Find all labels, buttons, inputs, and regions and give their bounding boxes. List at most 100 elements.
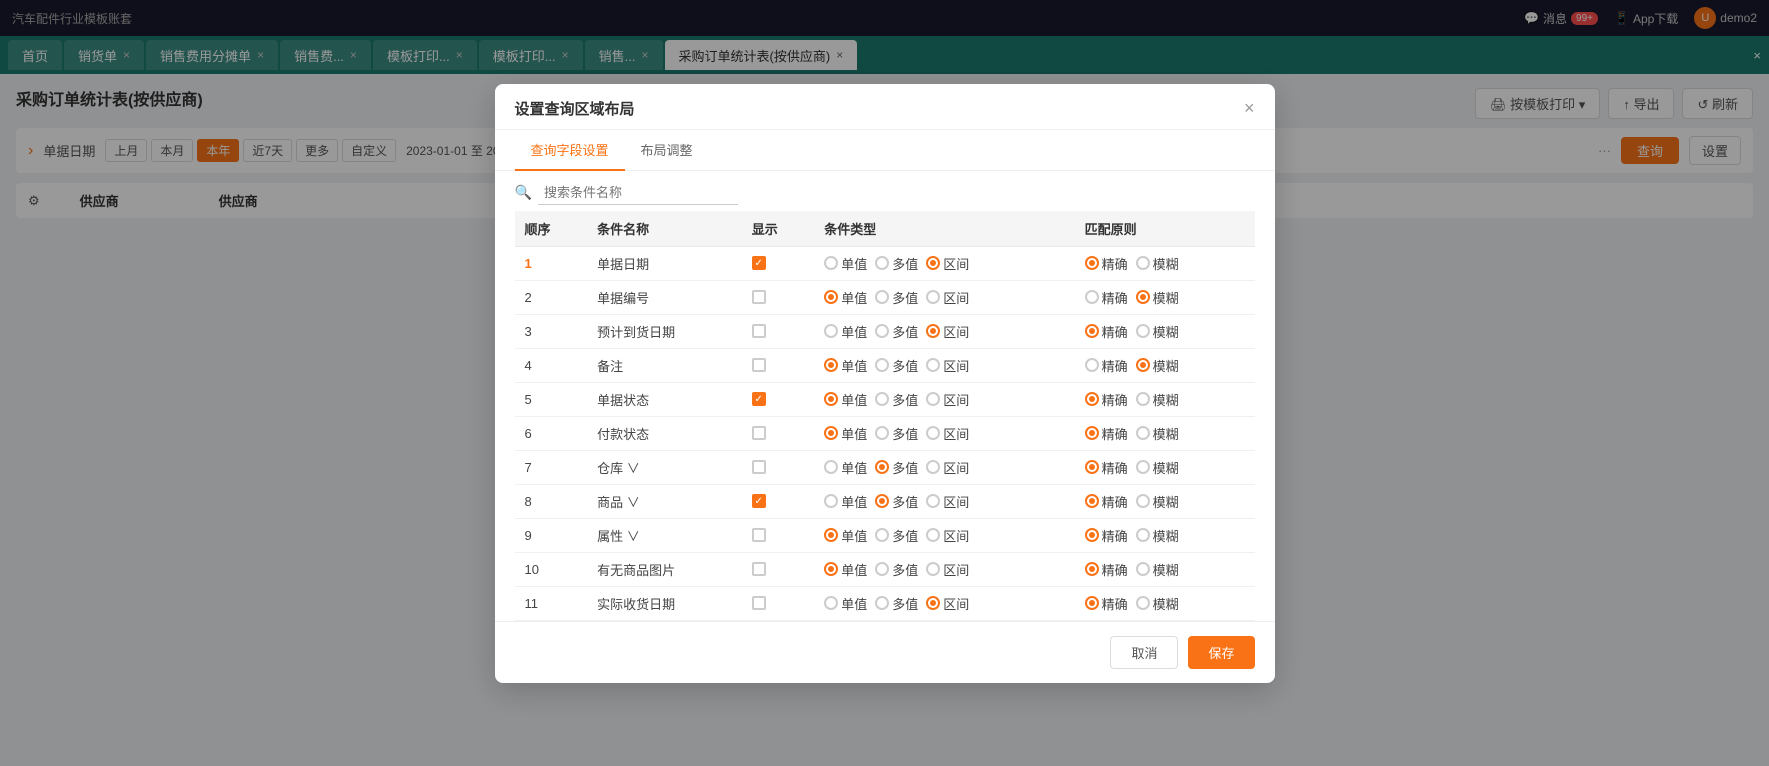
search-input[interactable] <box>538 181 738 205</box>
type-radio-item[interactable]: 区间 <box>926 254 969 273</box>
match-radio-item[interactable]: 精确 <box>1085 526 1128 545</box>
match-radio-item[interactable]: 模糊 <box>1136 322 1179 341</box>
display-checkbox[interactable] <box>752 290 766 304</box>
match-radio-item[interactable]: 模糊 <box>1136 594 1179 613</box>
display-checkbox[interactable] <box>752 358 766 372</box>
match-radio-item[interactable]: 模糊 <box>1136 458 1179 477</box>
type-radio-item[interactable]: 多值 <box>875 356 918 375</box>
match-radio-item[interactable]: 模糊 <box>1136 356 1179 375</box>
type-radio-item[interactable]: 区间 <box>926 356 969 375</box>
type-radio-item[interactable]: 区间 <box>926 322 969 341</box>
display-cell[interactable] <box>742 484 815 518</box>
radio-circle <box>824 324 838 338</box>
match-cell: 精确模糊 <box>1075 518 1255 552</box>
save-button[interactable]: 保存 <box>1188 636 1254 669</box>
match-radio-item[interactable]: 精确 <box>1085 254 1128 273</box>
type-radio-item[interactable]: 区间 <box>926 560 969 579</box>
display-checkbox[interactable] <box>752 562 766 576</box>
match-radio-item[interactable]: 模糊 <box>1136 424 1179 443</box>
match-radio-item[interactable]: 模糊 <box>1136 560 1179 579</box>
type-radio-item[interactable]: 单值 <box>824 322 867 341</box>
type-radio-item[interactable]: 多值 <box>875 526 918 545</box>
match-radio-item[interactable]: 精确 <box>1085 492 1128 511</box>
match-radio-item[interactable]: 模糊 <box>1136 288 1179 307</box>
display-checkbox[interactable] <box>752 494 766 508</box>
type-radio-item[interactable]: 单值 <box>824 254 867 273</box>
radio-circle <box>1136 324 1150 338</box>
display-checkbox[interactable] <box>752 528 766 542</box>
radio-circle <box>926 460 940 474</box>
match-radio-item[interactable]: 精确 <box>1085 390 1128 409</box>
cancel-button[interactable]: 取消 <box>1110 636 1178 669</box>
type-radio-item[interactable]: 单值 <box>824 458 867 477</box>
order-cell: 3 <box>515 314 588 348</box>
match-radio-item[interactable]: 精确 <box>1085 288 1128 307</box>
type-radio-item[interactable]: 多值 <box>875 254 918 273</box>
display-checkbox[interactable] <box>752 426 766 440</box>
display-checkbox[interactable] <box>752 460 766 474</box>
tab-query-fields[interactable]: 查询字段设置 <box>515 130 625 171</box>
display-cell[interactable] <box>742 382 815 416</box>
type-radio-item[interactable]: 区间 <box>926 458 969 477</box>
display-cell[interactable] <box>742 416 815 450</box>
tab-layout-adjust[interactable]: 布局调整 <box>625 130 709 171</box>
col-match: 匹配原则 <box>1075 211 1255 247</box>
type-radio-item[interactable]: 多值 <box>875 492 918 511</box>
type-radio-item[interactable]: 单值 <box>824 390 867 409</box>
match-radio-item[interactable]: 模糊 <box>1136 492 1179 511</box>
type-radio-item[interactable]: 单值 <box>824 492 867 511</box>
type-radio-item[interactable]: 区间 <box>926 492 969 511</box>
type-radio-item[interactable]: 多值 <box>875 390 918 409</box>
order-cell: 6 <box>515 416 588 450</box>
type-cell: 单值多值区间 <box>814 246 1074 280</box>
order-cell: 9 <box>515 518 588 552</box>
match-radio-item[interactable]: 模糊 <box>1136 526 1179 545</box>
type-radio-item[interactable]: 区间 <box>926 526 969 545</box>
radio-circle <box>926 596 940 610</box>
display-cell[interactable] <box>742 552 815 586</box>
display-cell[interactable] <box>742 246 815 280</box>
radio-circle <box>875 256 889 270</box>
display-cell[interactable] <box>742 450 815 484</box>
match-radio-item[interactable]: 精确 <box>1085 322 1128 341</box>
condition-name: 商品 ∨ <box>587 484 742 518</box>
type-radio-item[interactable]: 单值 <box>824 356 867 375</box>
match-radio-item[interactable]: 精确 <box>1085 356 1128 375</box>
dialog-close-button[interactable]: × <box>1244 98 1255 119</box>
match-radio-item[interactable]: 精确 <box>1085 560 1128 579</box>
display-cell[interactable] <box>742 586 815 620</box>
match-radio-item[interactable]: 模糊 <box>1136 390 1179 409</box>
type-radio-item[interactable]: 区间 <box>926 424 969 443</box>
type-radio-item[interactable]: 单值 <box>824 526 867 545</box>
match-cell: 精确模糊 <box>1075 348 1255 382</box>
condition-name: 有无商品图片 <box>587 552 742 586</box>
match-radio-item[interactable]: 模糊 <box>1136 254 1179 273</box>
match-radio-item[interactable]: 精确 <box>1085 458 1128 477</box>
type-radio-item[interactable]: 区间 <box>926 594 969 613</box>
type-radio-item[interactable]: 多值 <box>875 560 918 579</box>
type-radio-item[interactable]: 单值 <box>824 288 867 307</box>
type-radio-item[interactable]: 单值 <box>824 594 867 613</box>
display-cell[interactable] <box>742 314 815 348</box>
radio-circle <box>824 358 838 372</box>
type-radio-item[interactable]: 多值 <box>875 594 918 613</box>
display-cell[interactable] <box>742 518 815 552</box>
match-radio-item[interactable]: 精确 <box>1085 594 1128 613</box>
display-checkbox[interactable] <box>752 596 766 610</box>
type-radio-item[interactable]: 多值 <box>875 458 918 477</box>
type-radio-item[interactable]: 区间 <box>926 390 969 409</box>
display-cell[interactable] <box>742 348 815 382</box>
radio-circle <box>1136 256 1150 270</box>
display-checkbox[interactable] <box>752 392 766 406</box>
display-checkbox[interactable] <box>752 256 766 270</box>
display-cell[interactable] <box>742 280 815 314</box>
type-radio-item[interactable]: 单值 <box>824 560 867 579</box>
type-radio-item[interactable]: 区间 <box>926 288 969 307</box>
display-checkbox[interactable] <box>752 324 766 338</box>
match-radio-item[interactable]: 精确 <box>1085 424 1128 443</box>
type-radio-item[interactable]: 单值 <box>824 424 867 443</box>
type-radio-item[interactable]: 多值 <box>875 424 918 443</box>
type-radio-item[interactable]: 多值 <box>875 322 918 341</box>
radio-circle <box>1136 596 1150 610</box>
type-radio-item[interactable]: 多值 <box>875 288 918 307</box>
